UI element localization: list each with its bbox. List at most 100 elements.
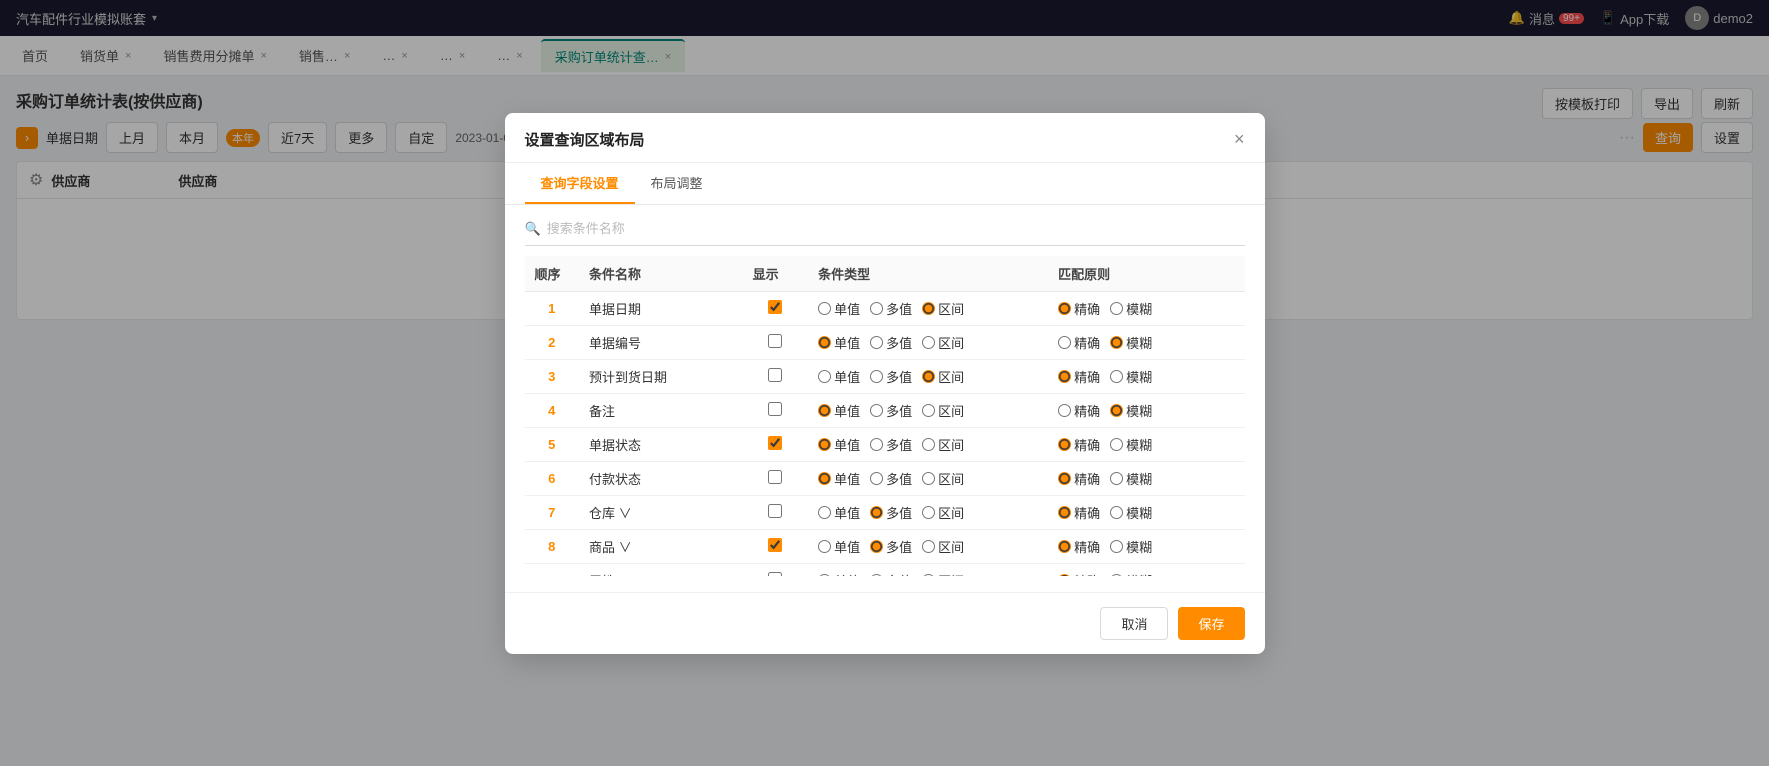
type-range-label[interactable]: 区间	[922, 401, 964, 420]
match-fuzzy-label[interactable]: 模糊	[1110, 571, 1152, 576]
match-exact-radio[interactable]	[1058, 472, 1071, 485]
type-multi-label[interactable]: 多值	[870, 401, 912, 420]
display-checkbox[interactable]	[768, 368, 782, 382]
match-exact-radio[interactable]	[1058, 370, 1071, 383]
type-multi-radio[interactable]	[870, 302, 883, 315]
type-range-radio[interactable]	[922, 302, 935, 315]
type-single-radio[interactable]	[818, 370, 831, 383]
search-input[interactable]	[547, 221, 747, 236]
display-checkbox[interactable]	[768, 402, 782, 416]
type-multi-radio[interactable]	[870, 574, 883, 576]
display-checkbox-label[interactable]	[768, 336, 782, 351]
type-single-radio[interactable]	[818, 404, 831, 417]
match-exact-radio[interactable]	[1058, 336, 1071, 349]
display-checkbox-label[interactable]	[768, 472, 782, 487]
type-single-radio[interactable]	[818, 472, 831, 485]
type-single-radio[interactable]	[818, 438, 831, 451]
match-exact-radio[interactable]	[1058, 438, 1071, 451]
match-fuzzy-label[interactable]: 模糊	[1110, 435, 1152, 454]
match-fuzzy-label[interactable]: 模糊	[1110, 469, 1152, 488]
cell-display[interactable]	[743, 291, 808, 325]
type-multi-label[interactable]: 多值	[870, 435, 912, 454]
type-multi-radio[interactable]	[870, 336, 883, 349]
display-checkbox-label[interactable]	[768, 506, 782, 521]
match-exact-label[interactable]: 精确	[1058, 333, 1100, 352]
type-multi-label[interactable]: 多值	[870, 503, 912, 522]
type-multi-label[interactable]: 多值	[870, 299, 912, 318]
tab-query-fields[interactable]: 查询字段设置	[525, 163, 635, 204]
match-exact-radio[interactable]	[1058, 574, 1071, 576]
type-single-label[interactable]: 单值	[818, 435, 860, 454]
type-multi-label[interactable]: 多值	[870, 367, 912, 386]
display-checkbox-label[interactable]	[768, 404, 782, 419]
type-single-label[interactable]: 单值	[818, 537, 860, 556]
cell-display[interactable]	[743, 563, 808, 576]
display-checkbox[interactable]	[768, 572, 782, 576]
match-exact-radio[interactable]	[1058, 404, 1071, 417]
type-multi-radio[interactable]	[870, 540, 883, 553]
type-single-radio[interactable]	[818, 302, 831, 315]
type-single-label[interactable]: 单值	[818, 469, 860, 488]
modal-overlay[interactable]: 设置查询区域布局 × 查询字段设置 布局调整 🔍 顺序 条件名称	[0, 0, 1769, 766]
match-exact-label[interactable]: 精确	[1058, 469, 1100, 488]
type-range-label[interactable]: 区间	[922, 537, 964, 556]
type-multi-radio[interactable]	[870, 370, 883, 383]
type-multi-label[interactable]: 多值	[870, 333, 912, 352]
type-single-radio[interactable]	[818, 336, 831, 349]
display-checkbox[interactable]	[768, 300, 782, 314]
type-range-label[interactable]: 区间	[922, 299, 964, 318]
match-exact-label[interactable]: 精确	[1058, 401, 1100, 420]
cell-display[interactable]	[743, 495, 808, 529]
type-single-label[interactable]: 单值	[818, 367, 860, 386]
type-multi-radio[interactable]	[870, 506, 883, 519]
display-checkbox[interactable]	[768, 538, 782, 552]
cell-display[interactable]	[743, 427, 808, 461]
dialog-close-btn[interactable]: ×	[1234, 129, 1245, 162]
match-fuzzy-radio[interactable]	[1110, 540, 1123, 553]
type-single-label[interactable]: 单值	[818, 333, 860, 352]
type-multi-label[interactable]: 多值	[870, 469, 912, 488]
match-fuzzy-label[interactable]: 模糊	[1110, 333, 1152, 352]
cell-display[interactable]	[743, 461, 808, 495]
type-range-radio[interactable]	[922, 404, 935, 417]
match-fuzzy-radio[interactable]	[1110, 370, 1123, 383]
match-exact-radio[interactable]	[1058, 540, 1071, 553]
type-range-radio[interactable]	[922, 438, 935, 451]
type-single-radio[interactable]	[818, 540, 831, 553]
type-multi-radio[interactable]	[870, 438, 883, 451]
display-checkbox[interactable]	[768, 436, 782, 450]
type-range-label[interactable]: 区间	[922, 571, 964, 576]
display-checkbox[interactable]	[768, 470, 782, 484]
type-range-radio[interactable]	[922, 540, 935, 553]
tab-layout[interactable]: 布局调整	[635, 163, 719, 204]
cell-display[interactable]	[743, 529, 808, 563]
match-fuzzy-radio[interactable]	[1110, 506, 1123, 519]
match-exact-label[interactable]: 精确	[1058, 503, 1100, 522]
display-checkbox-label[interactable]	[768, 574, 782, 576]
type-range-label[interactable]: 区间	[922, 435, 964, 454]
match-exact-radio[interactable]	[1058, 302, 1071, 315]
match-exact-label[interactable]: 精确	[1058, 435, 1100, 454]
display-checkbox-label[interactable]	[768, 540, 782, 555]
type-multi-label[interactable]: 多值	[870, 537, 912, 556]
type-single-label[interactable]: 单值	[818, 503, 860, 522]
cancel-btn[interactable]: 取消	[1100, 607, 1168, 640]
type-multi-radio[interactable]	[870, 404, 883, 417]
display-checkbox-label[interactable]	[768, 302, 782, 317]
type-multi-radio[interactable]	[870, 472, 883, 485]
match-fuzzy-label[interactable]: 模糊	[1110, 401, 1152, 420]
match-fuzzy-radio[interactable]	[1110, 336, 1123, 349]
cell-display[interactable]	[743, 359, 808, 393]
type-single-label[interactable]: 单值	[818, 401, 860, 420]
match-fuzzy-radio[interactable]	[1110, 404, 1123, 417]
match-exact-label[interactable]: 精确	[1058, 299, 1100, 318]
match-exact-label[interactable]: 精确	[1058, 537, 1100, 556]
type-multi-label[interactable]: 多值	[870, 571, 912, 576]
match-fuzzy-radio[interactable]	[1110, 574, 1123, 576]
type-single-radio[interactable]	[818, 574, 831, 576]
type-range-label[interactable]: 区间	[922, 333, 964, 352]
match-exact-label[interactable]: 精确	[1058, 571, 1100, 576]
cell-display[interactable]	[743, 325, 808, 359]
display-checkbox-label[interactable]	[768, 438, 782, 453]
type-range-radio[interactable]	[922, 472, 935, 485]
